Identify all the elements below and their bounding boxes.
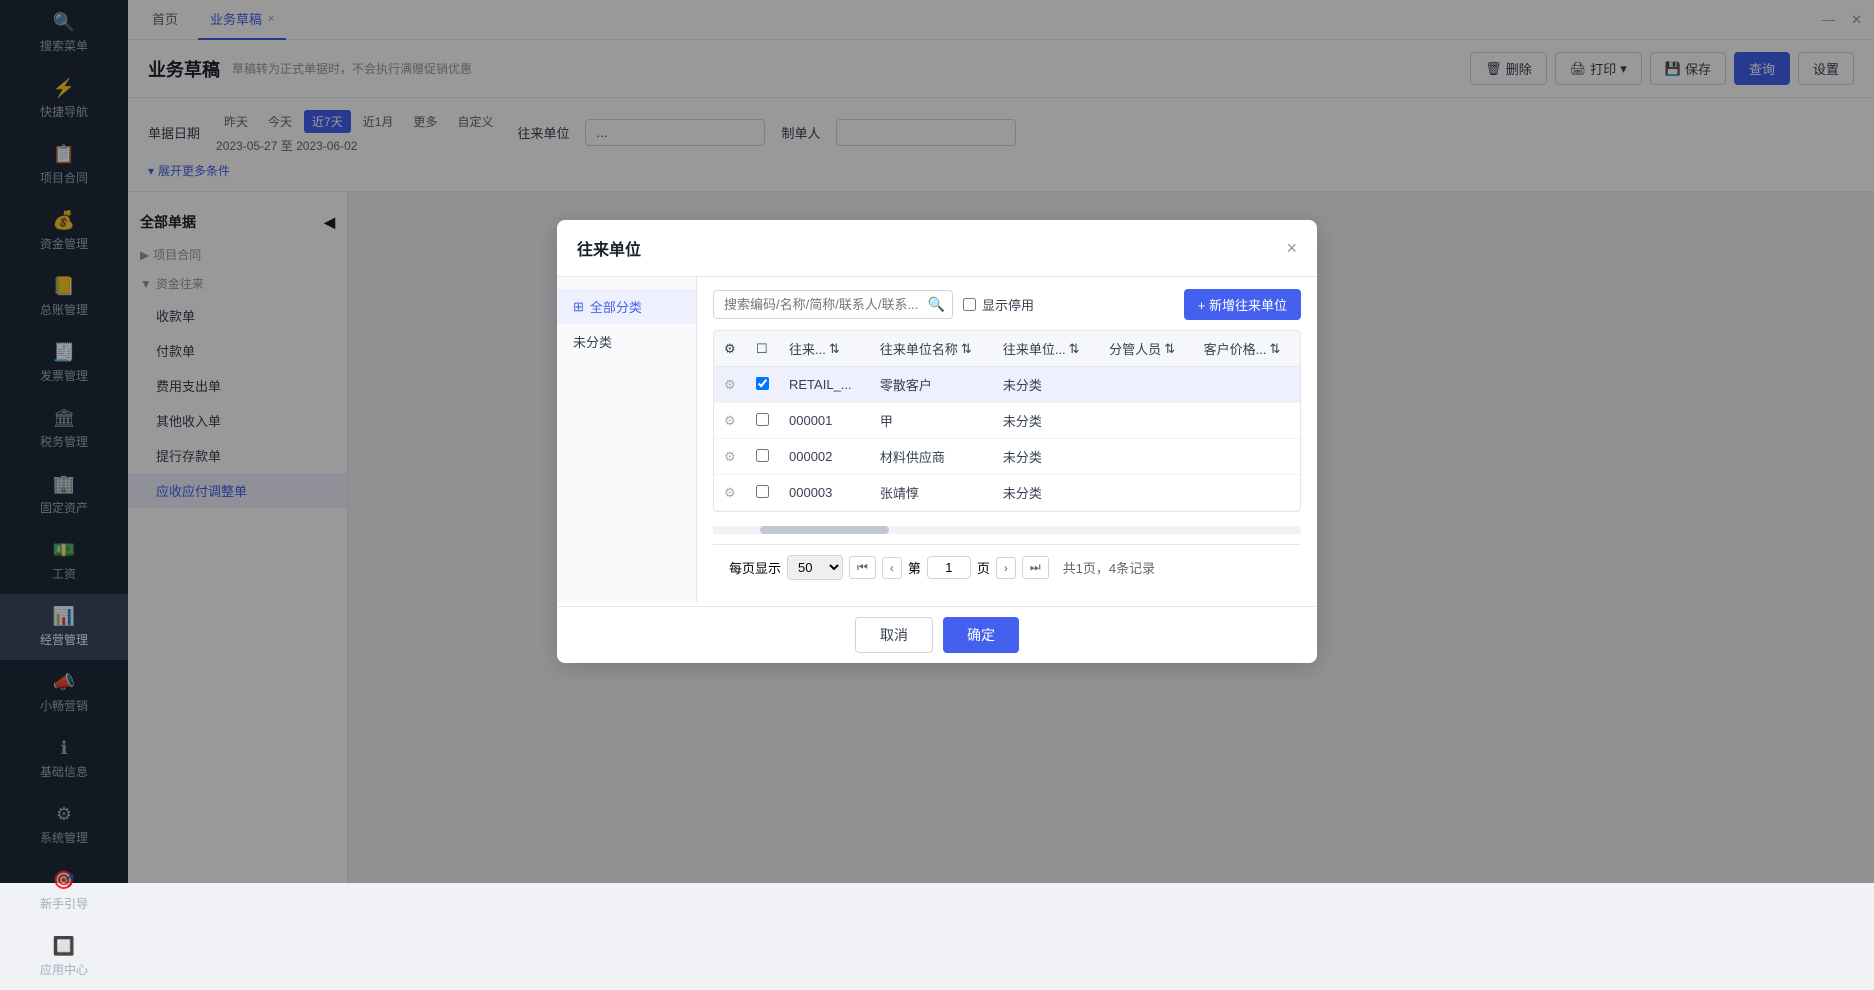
th-code[interactable]: 往来... ⇅ (779, 331, 870, 367)
modal-close-button[interactable]: × (1286, 238, 1297, 259)
sort-icon-5: ⇅ (1269, 341, 1280, 357)
row-price-level (1194, 439, 1300, 475)
modal-toolbar: 🔍 显示停用 + 新增往来单位 (713, 289, 1301, 320)
table-row[interactable]: ⚙ 000003 张靖惇 未分类 (714, 475, 1300, 511)
sidebar-label-apps: 应用中心 (40, 961, 88, 978)
page-last-button[interactable]: ⏭ (1022, 556, 1049, 579)
row-settings[interactable]: ⚙ (714, 475, 746, 511)
row-settings[interactable]: ⚙ (714, 367, 746, 403)
table-row[interactable]: ⚙ 000001 甲 未分类 (714, 403, 1300, 439)
sidebar-item-apps[interactable]: 🔲 应用中心 (0, 924, 128, 990)
scrollbar-thumb (760, 526, 889, 534)
row-manager (1099, 403, 1193, 439)
row-name: 零散客户 (870, 367, 993, 403)
search-wrap: 🔍 (713, 290, 953, 319)
table-row[interactable]: ⚙ RETAIL_... 零散客户 未分类 (714, 367, 1300, 403)
row-checkbox[interactable] (746, 403, 779, 439)
row-settings[interactable]: ⚙ (714, 403, 746, 439)
row-price-level (1194, 403, 1300, 439)
sort-icon-3: ⇅ (1069, 341, 1080, 357)
partner-search-input[interactable] (713, 290, 953, 319)
page-count: 共1页，4条记录 (1063, 558, 1155, 577)
show-disabled-checkbox[interactable] (963, 298, 976, 311)
row-name: 张靖惇 (870, 475, 993, 511)
horizontal-scrollbar[interactable] (713, 526, 1301, 534)
th-checkbox[interactable]: ☐ (746, 331, 779, 367)
modal-table: ⚙ ☐ 往来... ⇅ 往来单位名称 ⇅ 往来单位... ⇅ 分管人员 ⇅ 客户… (713, 330, 1301, 512)
row-manager (1099, 475, 1193, 511)
modal-menu-all[interactable]: ⊞ 全部分类 (557, 289, 696, 324)
table-body: ⚙ RETAIL_... 零散客户 未分类 ⚙ 000001 甲 未分类 ⚙ 0… (714, 367, 1300, 511)
row-checkbox[interactable] (746, 367, 779, 403)
main-area: 首页 业务草稿 × — ✕ 业务草稿 草稿转为正式单据时，不会执行满赠促销优惠 … (128, 0, 1874, 883)
sort-icon-2: ⇅ (961, 341, 972, 357)
th-category[interactable]: 往来单位... ⇅ (993, 331, 1099, 367)
page-number-input[interactable] (927, 556, 971, 579)
pagination-area: 每页显示 50 10 20 100 ⏮ ‹ 第 (729, 555, 1155, 580)
content-area: 全部单据 ◀ ▶ 项目合同 ▼ 资金往来 收款单 付款单 费用支出单 其他收入单… (128, 192, 1874, 883)
modal-right-content: 🔍 显示停用 + 新增往来单位 (697, 277, 1317, 602)
row-code: 000002 (779, 439, 870, 475)
row-name: 甲 (870, 403, 993, 439)
row-category: 未分类 (993, 367, 1099, 403)
cancel-button[interactable]: 取消 (855, 617, 933, 653)
row-checkbox[interactable] (746, 475, 779, 511)
row-price-level (1194, 367, 1300, 403)
page-prev-button[interactable]: ‹ (882, 557, 902, 579)
per-page-select[interactable]: 50 10 20 100 (787, 555, 843, 580)
row-price-level (1194, 475, 1300, 511)
row-category: 未分类 (993, 439, 1099, 475)
row-select-checkbox[interactable] (756, 449, 769, 462)
row-select-checkbox[interactable] (756, 377, 769, 390)
th-settings[interactable]: ⚙ (714, 331, 746, 367)
table-header: ⚙ ☐ 往来... ⇅ 往来单位名称 ⇅ 往来单位... ⇅ 分管人员 ⇅ 客户… (714, 331, 1300, 367)
modal-menu-uncategorized[interactable]: 未分类 (557, 324, 696, 359)
modal-pagination: 每页显示 50 10 20 100 ⏮ ‹ 第 (713, 544, 1301, 590)
th-price[interactable]: 客户价格... ⇅ (1194, 331, 1300, 367)
row-code: RETAIL_... (779, 367, 870, 403)
row-manager (1099, 367, 1193, 403)
apps-icon: 🔲 (53, 936, 75, 957)
row-select-checkbox[interactable] (756, 485, 769, 498)
all-categories-icon: ⊞ (573, 299, 584, 315)
page-first-button[interactable]: ⏮ (849, 556, 876, 579)
row-category: 未分类 (993, 403, 1099, 439)
confirm-button[interactable]: 确定 (943, 617, 1019, 653)
modal-dialog: 往来单位 × ⊞ 全部分类 未分类 (557, 220, 1317, 663)
modal-left-menu: ⊞ 全部分类 未分类 (557, 277, 697, 602)
th-manager[interactable]: 分管人员 ⇅ (1099, 331, 1193, 367)
modal-overlay[interactable]: 往来单位 × ⊞ 全部分类 未分类 (128, 192, 1874, 883)
table-row[interactable]: ⚙ 000002 材料供应商 未分类 (714, 439, 1300, 475)
partner-table: ⚙ ☐ 往来... ⇅ 往来单位名称 ⇅ 往来单位... ⇅ 分管人员 ⇅ 客户… (714, 331, 1300, 511)
row-code: 000003 (779, 475, 870, 511)
sort-icon: ⇅ (829, 341, 840, 357)
add-partner-button[interactable]: + 新增往来单位 (1184, 289, 1301, 320)
sort-icon-4: ⇅ (1164, 341, 1175, 357)
show-disabled-label[interactable]: 显示停用 (963, 295, 1034, 314)
modal-header: 往来单位 × (557, 220, 1317, 277)
page-next-button[interactable]: › (996, 557, 1016, 579)
row-manager (1099, 439, 1193, 475)
row-checkbox[interactable] (746, 439, 779, 475)
search-icon: 🔍 (928, 296, 945, 313)
modal-action-buttons: 取消 确定 (557, 606, 1317, 663)
sidebar-label-guide: 新手引导 (40, 895, 88, 912)
row-category: 未分类 (993, 475, 1099, 511)
row-settings[interactable]: ⚙ (714, 439, 746, 475)
modal-title: 往来单位 (577, 236, 641, 260)
row-select-checkbox[interactable] (756, 413, 769, 426)
row-code: 000001 (779, 403, 870, 439)
row-name: 材料供应商 (870, 439, 993, 475)
modal-body: ⊞ 全部分类 未分类 🔍 (557, 277, 1317, 602)
th-name[interactable]: 往来单位名称 ⇅ (870, 331, 993, 367)
